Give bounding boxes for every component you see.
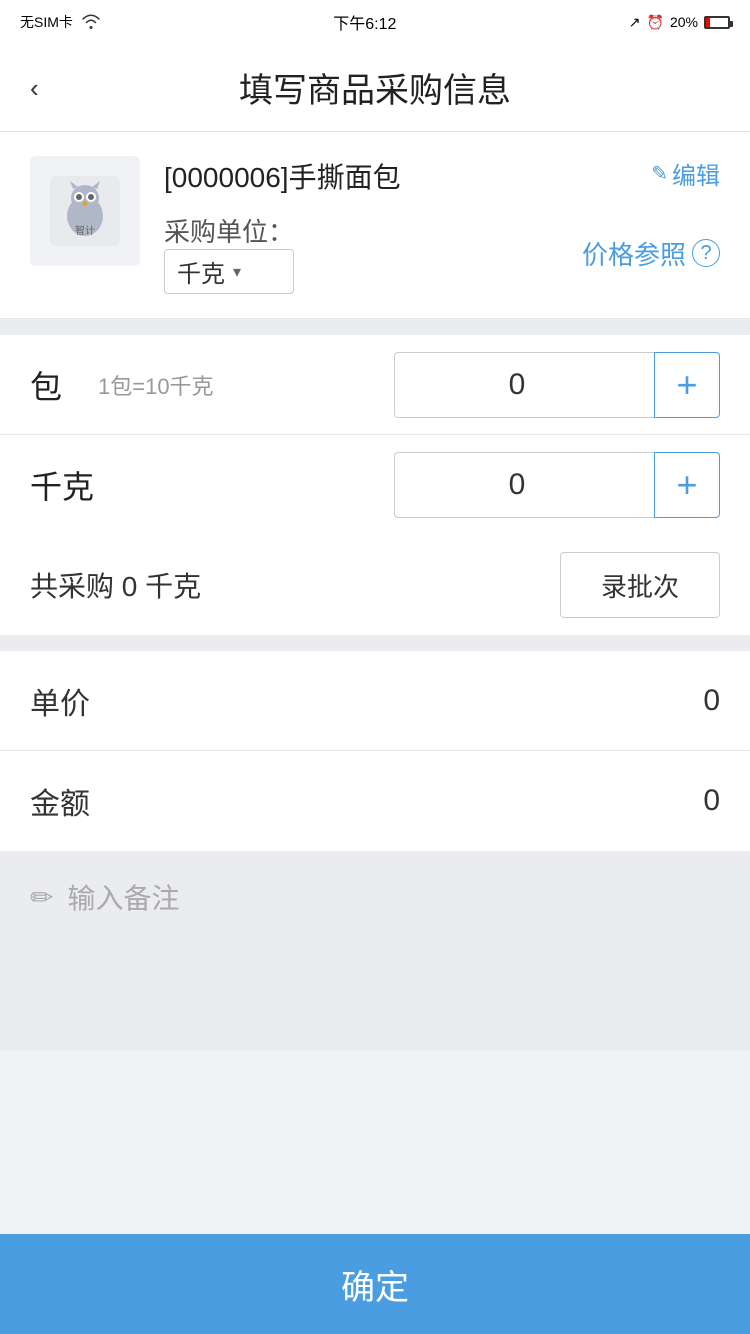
summary-row: 共采购 0 千克 录批次 [0, 535, 750, 635]
battery-percent: 20% [670, 14, 698, 30]
main-content: 智计 [0000006]手撕面包 ✎ 编辑 采购单位： 千克 ▾ [0, 132, 750, 1151]
input-row-kg: 千克 + [0, 435, 750, 535]
total-purchase-text: 共采购 0 千克 [30, 565, 201, 605]
product-header: [0000006]手撕面包 ✎ 编辑 [164, 156, 720, 196]
page-title: 填写商品采购信息 [239, 63, 511, 112]
confirm-button[interactable]: 确定 [0, 1234, 750, 1334]
wifi-icon [81, 14, 101, 30]
unit-select[interactable]: 千克 ▾ [164, 249, 294, 294]
amount-label: 金额 [30, 779, 90, 823]
note-section[interactable]: ✏ 输入备注 [0, 851, 750, 1051]
pencil-icon: ✏ [30, 881, 53, 914]
section-divider-2 [0, 635, 750, 651]
status-bar: 无SIM卡 下午6:12 ↗ ⏰ 20% [0, 0, 750, 44]
bag-sub-label: 1包=10千克 [98, 369, 394, 401]
battery-icon [704, 16, 730, 29]
alarm-icon: ⏰ [647, 14, 664, 31]
product-image: 智计 [30, 156, 140, 266]
kg-quantity-input[interactable] [394, 452, 654, 518]
bag-quantity-input[interactable] [394, 352, 654, 418]
price-section: 单价 0 金额 0 [0, 651, 750, 851]
bag-label: 包 [30, 362, 90, 408]
status-time: 下午6:12 [333, 10, 396, 34]
help-icon: ? [692, 239, 720, 267]
edit-label: 编辑 [672, 156, 720, 191]
kg-label: 千克 [30, 462, 94, 508]
unit-price-label: 单价 [30, 679, 90, 723]
bag-input-control: + [394, 352, 720, 418]
input-section: 包 1包=10千克 + 千克 + [0, 335, 750, 535]
chevron-down-icon: ▾ [233, 262, 241, 282]
product-info: [0000006]手撕面包 ✎ 编辑 采购单位： 千克 ▾ 价格参照 ? [164, 156, 720, 294]
selected-unit: 千克 [177, 254, 225, 289]
brand-logo: 智计 [50, 176, 120, 246]
note-placeholder: 输入备注 [67, 877, 179, 917]
section-divider-1 [0, 319, 750, 335]
unit-label: 采购单位： [164, 217, 294, 247]
nav-icon: ↗ [629, 14, 641, 31]
sim-status: 无SIM卡 [20, 12, 73, 32]
record-batch-button[interactable]: 录批次 [560, 552, 720, 618]
price-reference-link[interactable]: 价格参照 ? [582, 235, 720, 272]
unit-price-value: 0 [703, 684, 720, 718]
amount-value: 0 [703, 784, 720, 818]
product-name: [0000006]手撕面包 [164, 156, 401, 196]
bag-plus-button[interactable]: + [654, 352, 720, 418]
input-row-bags: 包 1包=10千克 + [0, 335, 750, 435]
status-right: ↗ ⏰ 20% [629, 14, 730, 31]
status-left: 无SIM卡 [20, 12, 101, 32]
product-card: 智计 [0000006]手撕面包 ✎ 编辑 采购单位： 千克 ▾ [0, 132, 750, 319]
edit-button[interactable]: ✎ 编辑 [651, 156, 720, 191]
edit-icon: ✎ [651, 161, 668, 186]
kg-input-control: + [394, 452, 720, 518]
unit-label-group: 采购单位： 千克 ▾ [164, 212, 294, 294]
price-ref-label: 价格参照 [582, 235, 686, 272]
amount-row: 金额 0 [0, 751, 750, 851]
note-inner: ✏ 输入备注 [30, 877, 720, 917]
nav-bar: ‹ 填写商品采购信息 [0, 44, 750, 132]
product-unit-row: 采购单位： 千克 ▾ 价格参照 ? [164, 212, 720, 294]
back-button[interactable]: ‹ [30, 75, 39, 101]
unit-price-row: 单价 0 [0, 651, 750, 751]
kg-plus-button[interactable]: + [654, 452, 720, 518]
svg-text:智计: 智计 [75, 224, 95, 237]
